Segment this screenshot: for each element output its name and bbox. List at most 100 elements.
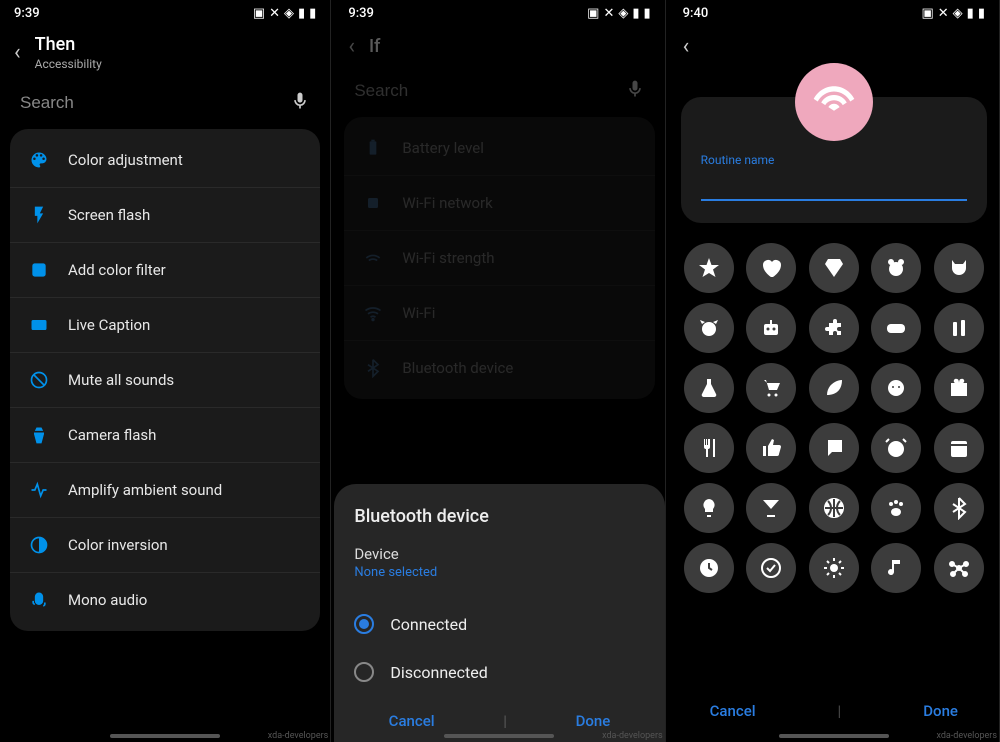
- dog-icon[interactable]: [684, 303, 734, 353]
- radio-icon[interactable]: [354, 662, 374, 682]
- list-item[interactable]: Wi-Fi network: [344, 176, 654, 231]
- cancel-button[interactable]: Cancel: [389, 712, 435, 730]
- back-button[interactable]: ‹: [14, 40, 21, 65]
- routine-avatar[interactable]: [795, 63, 873, 141]
- list-item[interactable]: Color inversion: [10, 518, 320, 573]
- list-item[interactable]: Live Caption: [10, 298, 320, 353]
- baby-icon[interactable]: [871, 363, 921, 413]
- list-label: Camera flash: [68, 426, 156, 444]
- list-item[interactable]: Mono audio: [10, 573, 320, 627]
- list-item[interactable]: Battery level: [344, 121, 654, 176]
- mic-icon[interactable]: [290, 91, 310, 115]
- mic-icon[interactable]: [625, 79, 645, 103]
- vibrate-icon: ✕: [269, 6, 280, 21]
- search-input[interactable]: [354, 81, 624, 101]
- wifi-status-icon: ◈: [284, 6, 294, 21]
- routine-card: Routine name: [681, 97, 987, 223]
- list-item[interactable]: Bluetooth device: [344, 341, 654, 395]
- alarm-icon[interactable]: [871, 423, 921, 473]
- battery-icon: [362, 137, 384, 159]
- gamepad-icon[interactable]: [871, 303, 921, 353]
- flask-icon[interactable]: [684, 363, 734, 413]
- palette-icon: [28, 149, 50, 171]
- list-label: Wi-Fi strength: [402, 249, 494, 267]
- basketball-icon[interactable]: [809, 483, 859, 533]
- chat-icon[interactable]: [809, 423, 859, 473]
- nav-handle[interactable]: [110, 734, 220, 738]
- done-button[interactable]: Done: [923, 702, 958, 720]
- bluetooth-icon[interactable]: [934, 483, 984, 533]
- vibrate-icon: ✕: [938, 6, 949, 21]
- paw-icon[interactable]: [871, 483, 921, 533]
- wifi-strength-icon: [362, 247, 384, 269]
- caption-icon: [28, 314, 50, 336]
- check-circle-icon[interactable]: [746, 543, 796, 593]
- nav-handle[interactable]: [444, 734, 554, 738]
- radio-label: Connected: [390, 615, 467, 634]
- radio-connected[interactable]: Connected: [354, 600, 644, 648]
- done-button[interactable]: Done: [576, 712, 611, 730]
- list-label: Amplify ambient sound: [68, 481, 222, 499]
- routine-name-input[interactable]: [701, 171, 967, 201]
- list-item[interactable]: Amplify ambient sound: [10, 463, 320, 518]
- puzzle-icon[interactable]: [809, 303, 859, 353]
- device-value[interactable]: None selected: [354, 565, 644, 580]
- clock-icon[interactable]: [684, 543, 734, 593]
- bulb-icon[interactable]: [684, 483, 734, 533]
- list-item[interactable]: Color adjustment: [10, 133, 320, 188]
- header: ‹ If: [334, 26, 664, 69]
- thumbs-up-icon[interactable]: [746, 423, 796, 473]
- list-item[interactable]: Wi-Fi strength: [344, 231, 654, 286]
- cancel-button[interactable]: Cancel: [710, 702, 756, 720]
- icon-grid: [683, 243, 985, 593]
- list-item[interactable]: Camera flash: [10, 408, 320, 463]
- list-item[interactable]: Add color filter: [10, 243, 320, 298]
- network-icon[interactable]: [934, 543, 984, 593]
- gift-icon[interactable]: [934, 363, 984, 413]
- utensils-icon[interactable]: [684, 423, 734, 473]
- list-item[interactable]: Screen flash: [10, 188, 320, 243]
- cocktail-icon[interactable]: [746, 483, 796, 533]
- music-note-icon[interactable]: [871, 543, 921, 593]
- radio-icon[interactable]: [354, 614, 374, 634]
- wifi-status-icon: ◈: [618, 6, 628, 21]
- battery-status-icon: ▮: [309, 6, 316, 21]
- search-row[interactable]: [334, 69, 664, 117]
- list-item[interactable]: Mute all sounds: [10, 353, 320, 408]
- header: ‹ Then Accessibility: [0, 26, 330, 81]
- radio-label: Disconnected: [390, 663, 487, 682]
- search-input[interactable]: [20, 93, 290, 113]
- list-item[interactable]: Wi-Fi: [344, 286, 654, 341]
- list-label: Wi-Fi network: [402, 194, 492, 212]
- nfc-icon: ▣: [921, 6, 933, 21]
- status-time: 9:39: [14, 6, 40, 21]
- cart-icon[interactable]: [746, 363, 796, 413]
- bottles-icon[interactable]: [934, 303, 984, 353]
- diamond-icon[interactable]: [809, 243, 859, 293]
- radio-disconnected[interactable]: Disconnected: [354, 648, 644, 696]
- robot-icon[interactable]: [746, 303, 796, 353]
- star-icon[interactable]: [684, 243, 734, 293]
- signal-icon: ▮: [967, 6, 974, 21]
- back-button[interactable]: ‹: [683, 34, 690, 59]
- status-icons: ▣ ✕ ◈ ▮ ▮: [921, 6, 985, 21]
- bear-icon[interactable]: [871, 243, 921, 293]
- leaf-icon[interactable]: [809, 363, 859, 413]
- bluetooth-sheet: Bluetooth device Device None selected Co…: [334, 484, 664, 742]
- brightness-icon[interactable]: [809, 543, 859, 593]
- conditions-list: Battery level Wi-Fi network Wi-Fi strength…: [344, 117, 654, 399]
- watermark: xda-developers: [268, 731, 329, 741]
- heart-icon[interactable]: [746, 243, 796, 293]
- page-title: If: [369, 36, 380, 57]
- search-row[interactable]: [0, 81, 330, 129]
- nav-handle[interactable]: [779, 734, 889, 738]
- nfc-icon: ▣: [253, 6, 265, 21]
- cat-icon[interactable]: [934, 243, 984, 293]
- list-label: Add color filter: [68, 261, 166, 279]
- back-button[interactable]: ‹: [348, 34, 355, 59]
- battery-status-icon: ▮: [978, 6, 985, 21]
- calendar-icon[interactable]: [934, 423, 984, 473]
- divider: |: [838, 702, 842, 720]
- watermark: xda-developers: [936, 731, 997, 741]
- status-icons: ▣ ✕ ◈ ▮ ▮: [587, 6, 651, 21]
